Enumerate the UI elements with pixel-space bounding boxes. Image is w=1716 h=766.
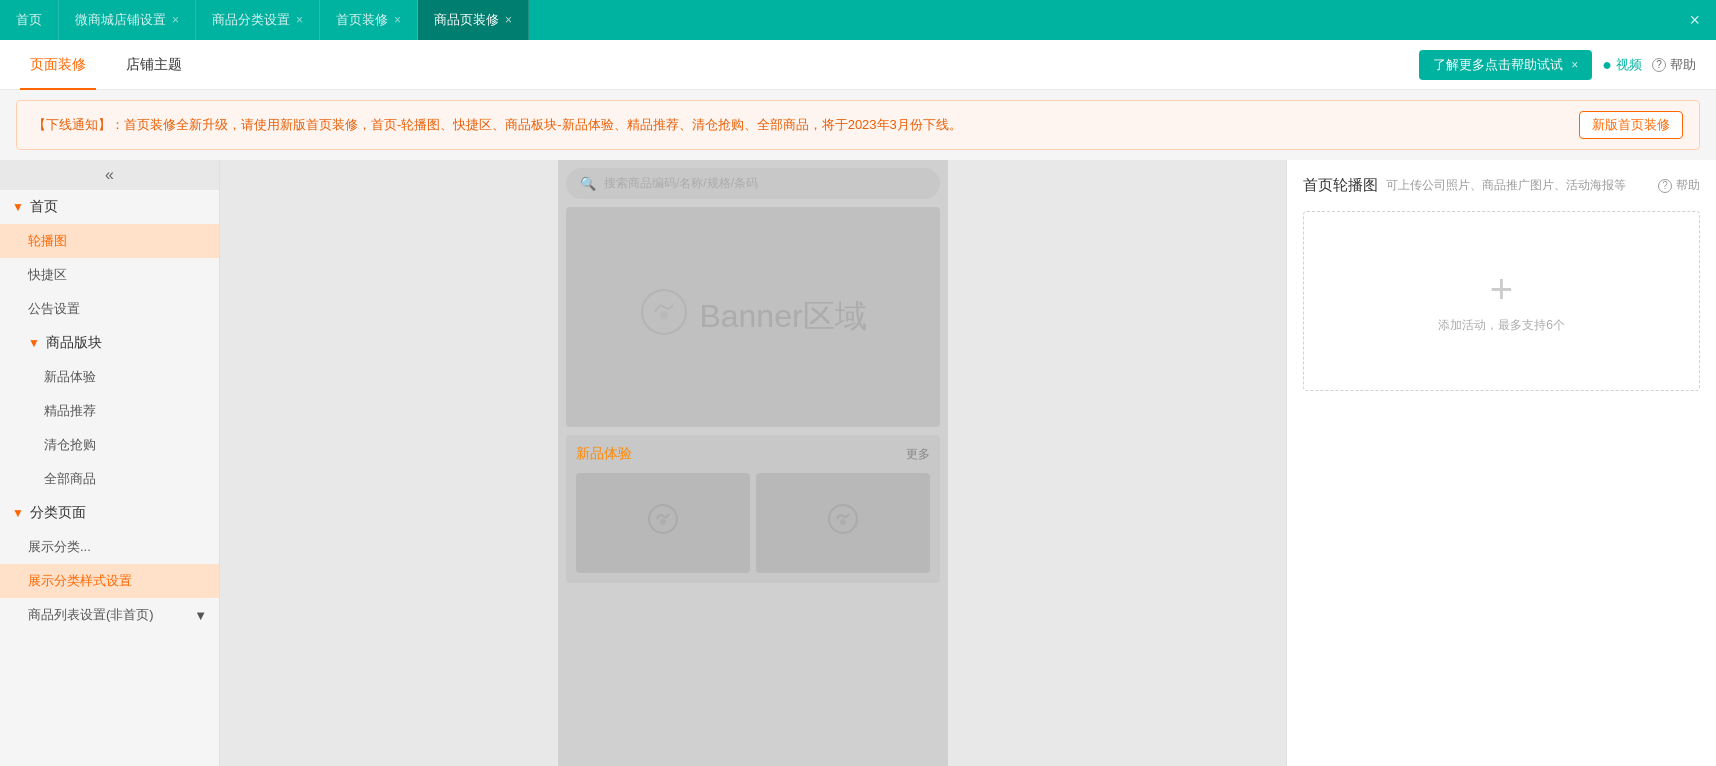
sidebar-item-announcement[interactable]: 公告设置 [0,292,219,326]
sidebar-item-category-style[interactable]: 展示分类样式设置 [0,564,219,598]
sidebar-item-featured[interactable]: 精品推荐 [0,394,219,428]
products-header: 新品体验 更多 [576,445,930,463]
video-dot-icon: ● [1602,56,1612,74]
home-section-arrow: ▼ [12,200,24,214]
sidebar-subsection-products[interactable]: ▼ 商品版块 [0,326,219,360]
sidebar-section-category[interactable]: ▼ 分类页面 [0,496,219,530]
product-card-1 [576,473,750,573]
video-link[interactable]: ● 视频 [1602,56,1642,74]
sidebar-item-all-products[interactable]: 全部商品 [0,462,219,496]
product-icon-2 [825,501,861,546]
close-product-decor-tab[interactable]: × [505,13,512,27]
help-link[interactable]: ? 帮助 [1652,56,1696,74]
collapse-icon: « [105,166,114,184]
tab-home[interactable]: 首页 [0,0,59,40]
sidebar: « ▼ 首页 轮播图 快捷区 公告设置 ▼ 商品版块 新品体验 精品推荐 清仓抢… [0,160,220,766]
right-panel: 首页轮播图 可上传公司照片、商品推广图片、活动海报等 ? 帮助 + 添加活动，最… [1286,160,1716,766]
tab-bar: 首页 微商城店铺设置 × 商品分类设置 × 首页装修 × 商品页装修 × × [0,0,1716,40]
close-store-settings-tab[interactable]: × [172,13,179,27]
close-home-decor-tab[interactable]: × [394,13,401,27]
tab-category-settings[interactable]: 商品分类设置 × [196,0,320,40]
products-more: 更多 [906,446,930,463]
expand-icon: ▼ [194,608,207,623]
right-panel-subtitle: 可上传公司照片、商品推广图片、活动海报等 [1386,177,1626,194]
right-panel-header: 首页轮播图 可上传公司照片、商品推广图片、活动海报等 ? 帮助 [1303,176,1700,195]
sidebar-item-shortcut[interactable]: 快捷区 [0,258,219,292]
new-home-decor-button[interactable]: 新版首页装修 [1579,111,1683,139]
notice-text: 【下线通知】：首页装修全新升级，请使用新版首页装修，首页-轮播图、快捷区、商品板… [33,116,962,134]
banner-logo: Banner区域 [639,287,866,348]
close-category-settings-tab[interactable]: × [296,13,303,27]
main-layout: « ▼ 首页 轮播图 快捷区 公告设置 ▼ 商品版块 新品体验 精品推荐 清仓抢… [0,160,1716,766]
help-banner[interactable]: 了解更多点击帮助试试 × [1419,50,1592,80]
center-preview: 🔍 搜索商品编码/名称/规格/条码 Banner区域 [220,160,1286,766]
sidebar-item-product-list[interactable]: 商品列表设置(非首页) ▼ [0,598,219,632]
sidebar-item-new-experience[interactable]: 新品体验 [0,360,219,394]
help-banner-text: 了解更多点击帮助试试 [1433,56,1563,74]
sidebar-section-home[interactable]: ▼ 首页 [0,190,219,224]
banner-logo-icon [639,287,689,348]
preview-phone: 🔍 搜索商品编码/名称/规格/条码 Banner区域 [558,160,948,766]
sidebar-item-clearance[interactable]: 清仓抢购 [0,428,219,462]
right-panel-title: 首页轮播图 [1303,176,1378,195]
svg-point-5 [840,519,846,525]
products-section-arrow: ▼ [28,336,40,350]
tab-home-decor[interactable]: 首页装修 × [320,0,418,40]
preview-banner: Banner区域 [566,207,940,427]
help-icon: ? [1658,179,1672,193]
svg-point-3 [660,519,666,525]
preview-products-section: 新品体验 更多 [566,435,940,583]
product-icon-1 [645,501,681,546]
preview-search-bar: 🔍 搜索商品编码/名称/规格/条码 [566,168,940,199]
sidebar-item-show-category[interactable]: 展示分类... [0,530,219,564]
products-title: 新品体验 [576,445,632,463]
right-panel-help[interactable]: ? 帮助 [1658,177,1700,194]
window-close-button[interactable]: × [1673,10,1716,31]
tab-store-settings[interactable]: 微商城店铺设置 × [59,0,196,40]
sidebar-item-banner[interactable]: 轮播图 [0,224,219,258]
help-banner-close[interactable]: × [1571,58,1578,72]
sidebar-collapse-button[interactable]: « [0,160,219,190]
upload-plus-icon: + [1490,269,1513,309]
upload-area[interactable]: + 添加活动，最多支持6个 [1303,211,1700,391]
nav-page-decor[interactable]: 页面装修 [20,40,96,90]
svg-point-1 [660,311,668,319]
help-circle-icon: ? [1652,58,1666,72]
products-grid [576,473,930,573]
search-icon: 🔍 [580,176,596,191]
product-card-2 [756,473,930,573]
secondary-nav: 页面装修 店铺主题 了解更多点击帮助试试 × ● 视频 ? 帮助 [0,40,1716,90]
category-section-arrow: ▼ [12,506,24,520]
nav-store-theme[interactable]: 店铺主题 [116,40,192,90]
notice-bar: 【下线通知】：首页装修全新升级，请使用新版首页装修，首页-轮播图、快捷区、商品板… [16,100,1700,150]
upload-hint: 添加活动，最多支持6个 [1438,317,1565,334]
tab-product-decor[interactable]: 商品页装修 × [418,0,529,40]
banner-text: Banner区域 [699,295,866,339]
